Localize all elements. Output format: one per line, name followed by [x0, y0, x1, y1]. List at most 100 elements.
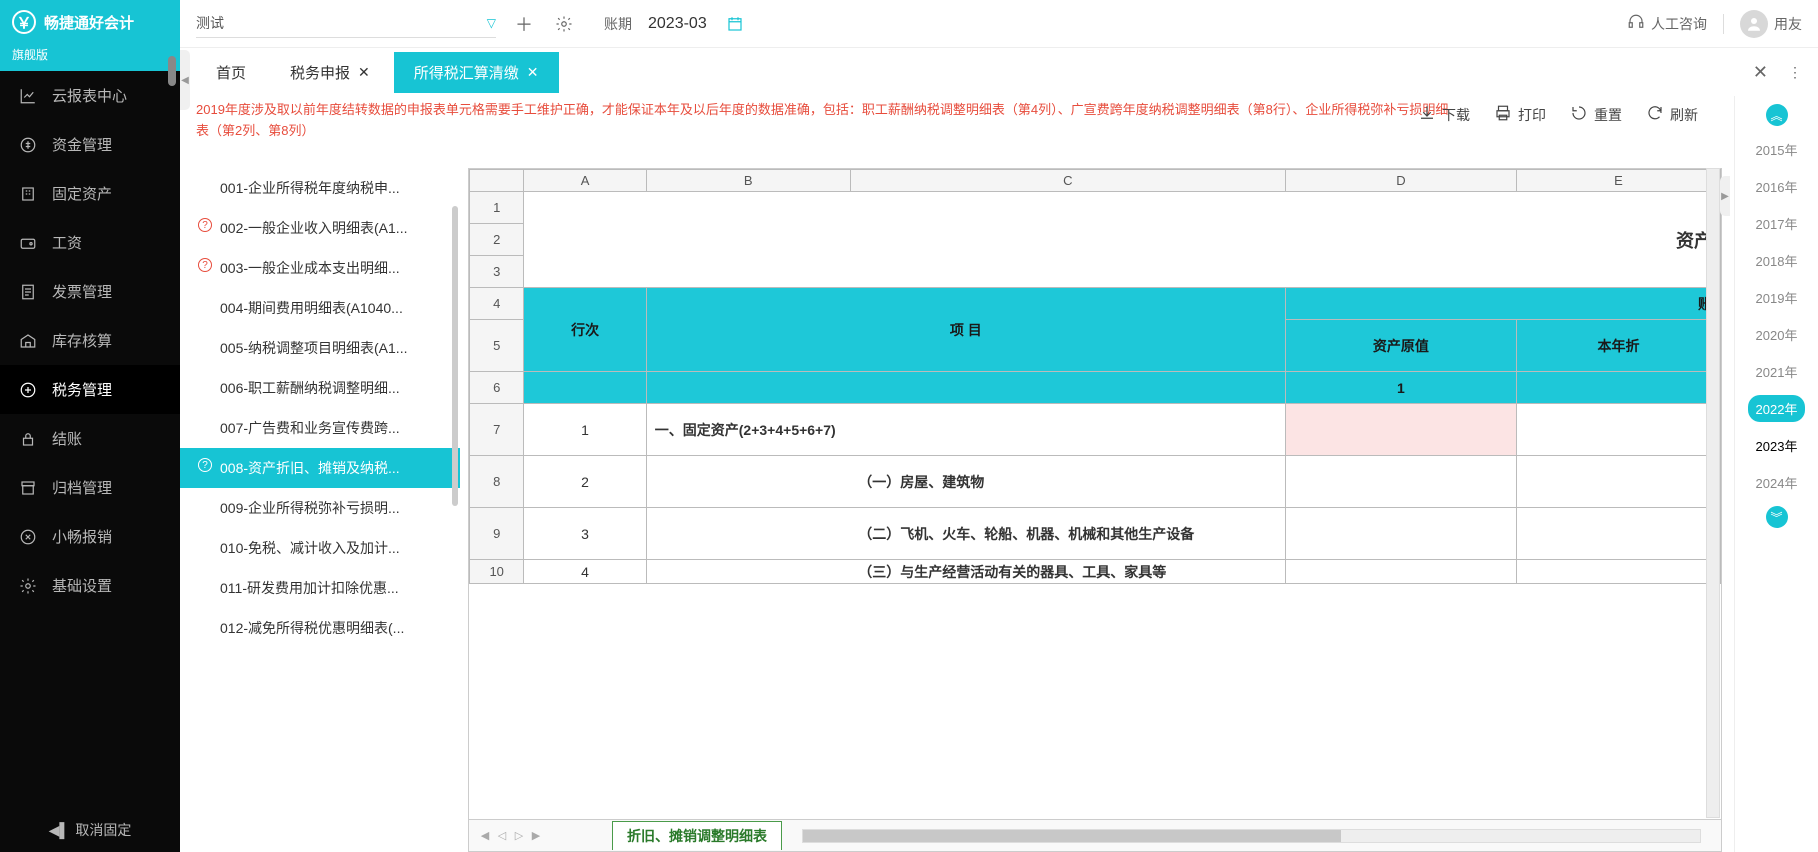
year-2019[interactable]: 2019年: [1748, 284, 1806, 311]
sidebar-item-tax[interactable]: 税务管理: [0, 365, 180, 414]
row-header[interactable]: 5: [470, 320, 524, 372]
close-icon[interactable]: ✕: [358, 64, 370, 81]
cell-value[interactable]: [1517, 508, 1721, 560]
report-item-005[interactable]: 005-纳税调整项目明细表(A1...: [180, 328, 460, 368]
year-up-button[interactable]: ︽: [1766, 104, 1788, 126]
tab-home[interactable]: 首页: [196, 52, 266, 93]
report-item-008[interactable]: ?008-资产折旧、摊销及纳税...: [180, 448, 460, 488]
building-icon: [18, 184, 38, 204]
cell-value[interactable]: [1285, 404, 1516, 456]
report-item-011[interactable]: 011-研发费用加计扣除优惠...: [180, 568, 460, 608]
report-item-007[interactable]: 007-广告费和业务宣传费跨...: [180, 408, 460, 448]
cell-line[interactable]: 4: [524, 560, 646, 584]
row-header[interactable]: 1: [470, 192, 524, 224]
cell-line[interactable]: 2: [524, 456, 646, 508]
calendar-button[interactable]: [723, 12, 747, 36]
lock-icon: [18, 429, 38, 449]
year-2022[interactable]: 2022年: [1748, 395, 1806, 422]
report-item-001[interactable]: 001-企业所得税年度纳税申...: [180, 168, 460, 208]
row-header[interactable]: 7: [470, 404, 524, 456]
sidebar-item-inventory[interactable]: 库存核算: [0, 316, 180, 365]
report-item-012[interactable]: 012-减免所得税优惠明细表(...: [180, 608, 460, 648]
row-header[interactable]: 4: [470, 288, 524, 320]
row-header[interactable]: 9: [470, 508, 524, 560]
consult-button[interactable]: 人工咨询: [1627, 13, 1707, 34]
row-header[interactable]: 10: [470, 560, 524, 584]
year-2016[interactable]: 2016年: [1748, 173, 1806, 200]
col-header-e[interactable]: E: [1517, 170, 1721, 192]
horizontal-scrollbar[interactable]: ⋮⋮: [802, 829, 1701, 843]
year-2024[interactable]: 2024年: [1748, 469, 1806, 496]
col-header-c[interactable]: C: [850, 170, 1285, 192]
year-2017[interactable]: 2017年: [1748, 210, 1806, 237]
headset-icon: [1627, 13, 1645, 34]
tabs-close-all[interactable]: ✕: [1753, 62, 1768, 83]
close-icon[interactable]: ✕: [527, 64, 539, 81]
row-header[interactable]: 3: [470, 256, 524, 288]
year-down-button[interactable]: ︾: [1766, 506, 1788, 528]
sidebar-item-reimburse[interactable]: 小畅报销: [0, 512, 180, 561]
cell-project[interactable]: 一、固定资产(2+3+4+5+6+7): [646, 404, 1285, 456]
sheet-nav-prev[interactable]: ◁: [494, 829, 510, 842]
add-button[interactable]: ＋: [512, 12, 536, 36]
year-2021[interactable]: 2021年: [1748, 358, 1806, 385]
report-item-002[interactable]: ?002-一般企业收入明细表(A1...: [180, 208, 460, 248]
row-header[interactable]: 6: [470, 372, 524, 404]
spreadsheet[interactable]: A B C D E 1资产 2 3 4 行次 项 目: [468, 168, 1722, 820]
vertical-scrollbar[interactable]: [1706, 168, 1720, 818]
sidebar-scrollbar[interactable]: [168, 56, 176, 86]
sidebar-item-archive[interactable]: 归档管理: [0, 463, 180, 512]
sidebar-item-invoice[interactable]: 发票管理: [0, 267, 180, 316]
year-2023[interactable]: 2023年: [1748, 432, 1806, 459]
sidebar-item-closing[interactable]: 结账: [0, 414, 180, 463]
cell-value[interactable]: [1517, 456, 1721, 508]
sidebar-item-report-center[interactable]: 云报表中心: [0, 71, 180, 120]
cell-project[interactable]: （一）房屋、建筑物: [850, 456, 1285, 508]
settings-button[interactable]: [552, 12, 576, 36]
col-header-a[interactable]: A: [524, 170, 646, 192]
sidebar-item-salary[interactable]: 工资: [0, 218, 180, 267]
cell-value[interactable]: [1285, 560, 1516, 584]
sidebar-item-funds[interactable]: 资金管理: [0, 120, 180, 169]
row-header[interactable]: 8: [470, 456, 524, 508]
sheet-nav-first[interactable]: ◀: [477, 829, 493, 842]
sidebar-unpin[interactable]: ◀▌ 取消固定: [0, 808, 180, 852]
tab-tax-declare[interactable]: 税务申报✕: [270, 52, 390, 93]
print-button[interactable]: 打印: [1494, 104, 1546, 125]
scrollbar-thumb[interactable]: [803, 830, 1341, 842]
year-2020[interactable]: 2020年: [1748, 321, 1806, 348]
download-button[interactable]: 下载: [1418, 104, 1470, 125]
tabs-more[interactable]: ⋮: [1788, 64, 1802, 81]
col-header-d[interactable]: D: [1285, 170, 1516, 192]
cell-value[interactable]: [1285, 508, 1516, 560]
print-icon: [1494, 104, 1512, 125]
report-item-006[interactable]: 006-职工薪酬纳税调整明细...: [180, 368, 460, 408]
cell-project[interactable]: （三）与生产经营活动有关的器具、工具、家具等: [850, 560, 1285, 584]
cell-value[interactable]: [1285, 456, 1516, 508]
sheet-nav-last[interactable]: ▶: [528, 829, 544, 842]
report-item-004[interactable]: 004-期间费用明细表(A1040...: [180, 288, 460, 328]
cell-value[interactable]: [1517, 404, 1721, 456]
sidebar-item-settings[interactable]: 基础设置: [0, 561, 180, 610]
sheet-tab[interactable]: 折旧、摊销调整明细表: [612, 821, 782, 850]
sidebar-item-fixed-assets[interactable]: 固定资产: [0, 169, 180, 218]
company-dropdown[interactable]: 测试 ▽: [196, 9, 496, 38]
sheet-nav-next[interactable]: ▷: [511, 829, 527, 842]
report-item-009[interactable]: 009-企业所得税弥补亏损明...: [180, 488, 460, 528]
report-item-010[interactable]: 010-免税、减计收入及加计...: [180, 528, 460, 568]
year-2015[interactable]: 2015年: [1748, 136, 1806, 163]
cell-line[interactable]: 1: [524, 404, 646, 456]
sheet-collapse-handle[interactable]: ▶: [1720, 176, 1730, 216]
refresh-button[interactable]: 刷新: [1646, 104, 1698, 125]
cell-value[interactable]: [1517, 560, 1721, 584]
report-item-003[interactable]: ?003-一般企业成本支出明细...: [180, 248, 460, 288]
report-list-scrollbar[interactable]: [452, 206, 458, 506]
reset-button[interactable]: 重置: [1570, 104, 1622, 125]
user-menu[interactable]: 用友: [1740, 10, 1802, 38]
col-header-b[interactable]: B: [646, 170, 850, 192]
row-header[interactable]: 2: [470, 224, 524, 256]
tab-income-tax-settlement[interactable]: 所得税汇算清缴✕: [394, 52, 559, 93]
cell-line[interactable]: 3: [524, 508, 646, 560]
cell-project[interactable]: （二）飞机、火车、轮船、机器、机械和其他生产设备: [850, 508, 1285, 560]
year-2018[interactable]: 2018年: [1748, 247, 1806, 274]
